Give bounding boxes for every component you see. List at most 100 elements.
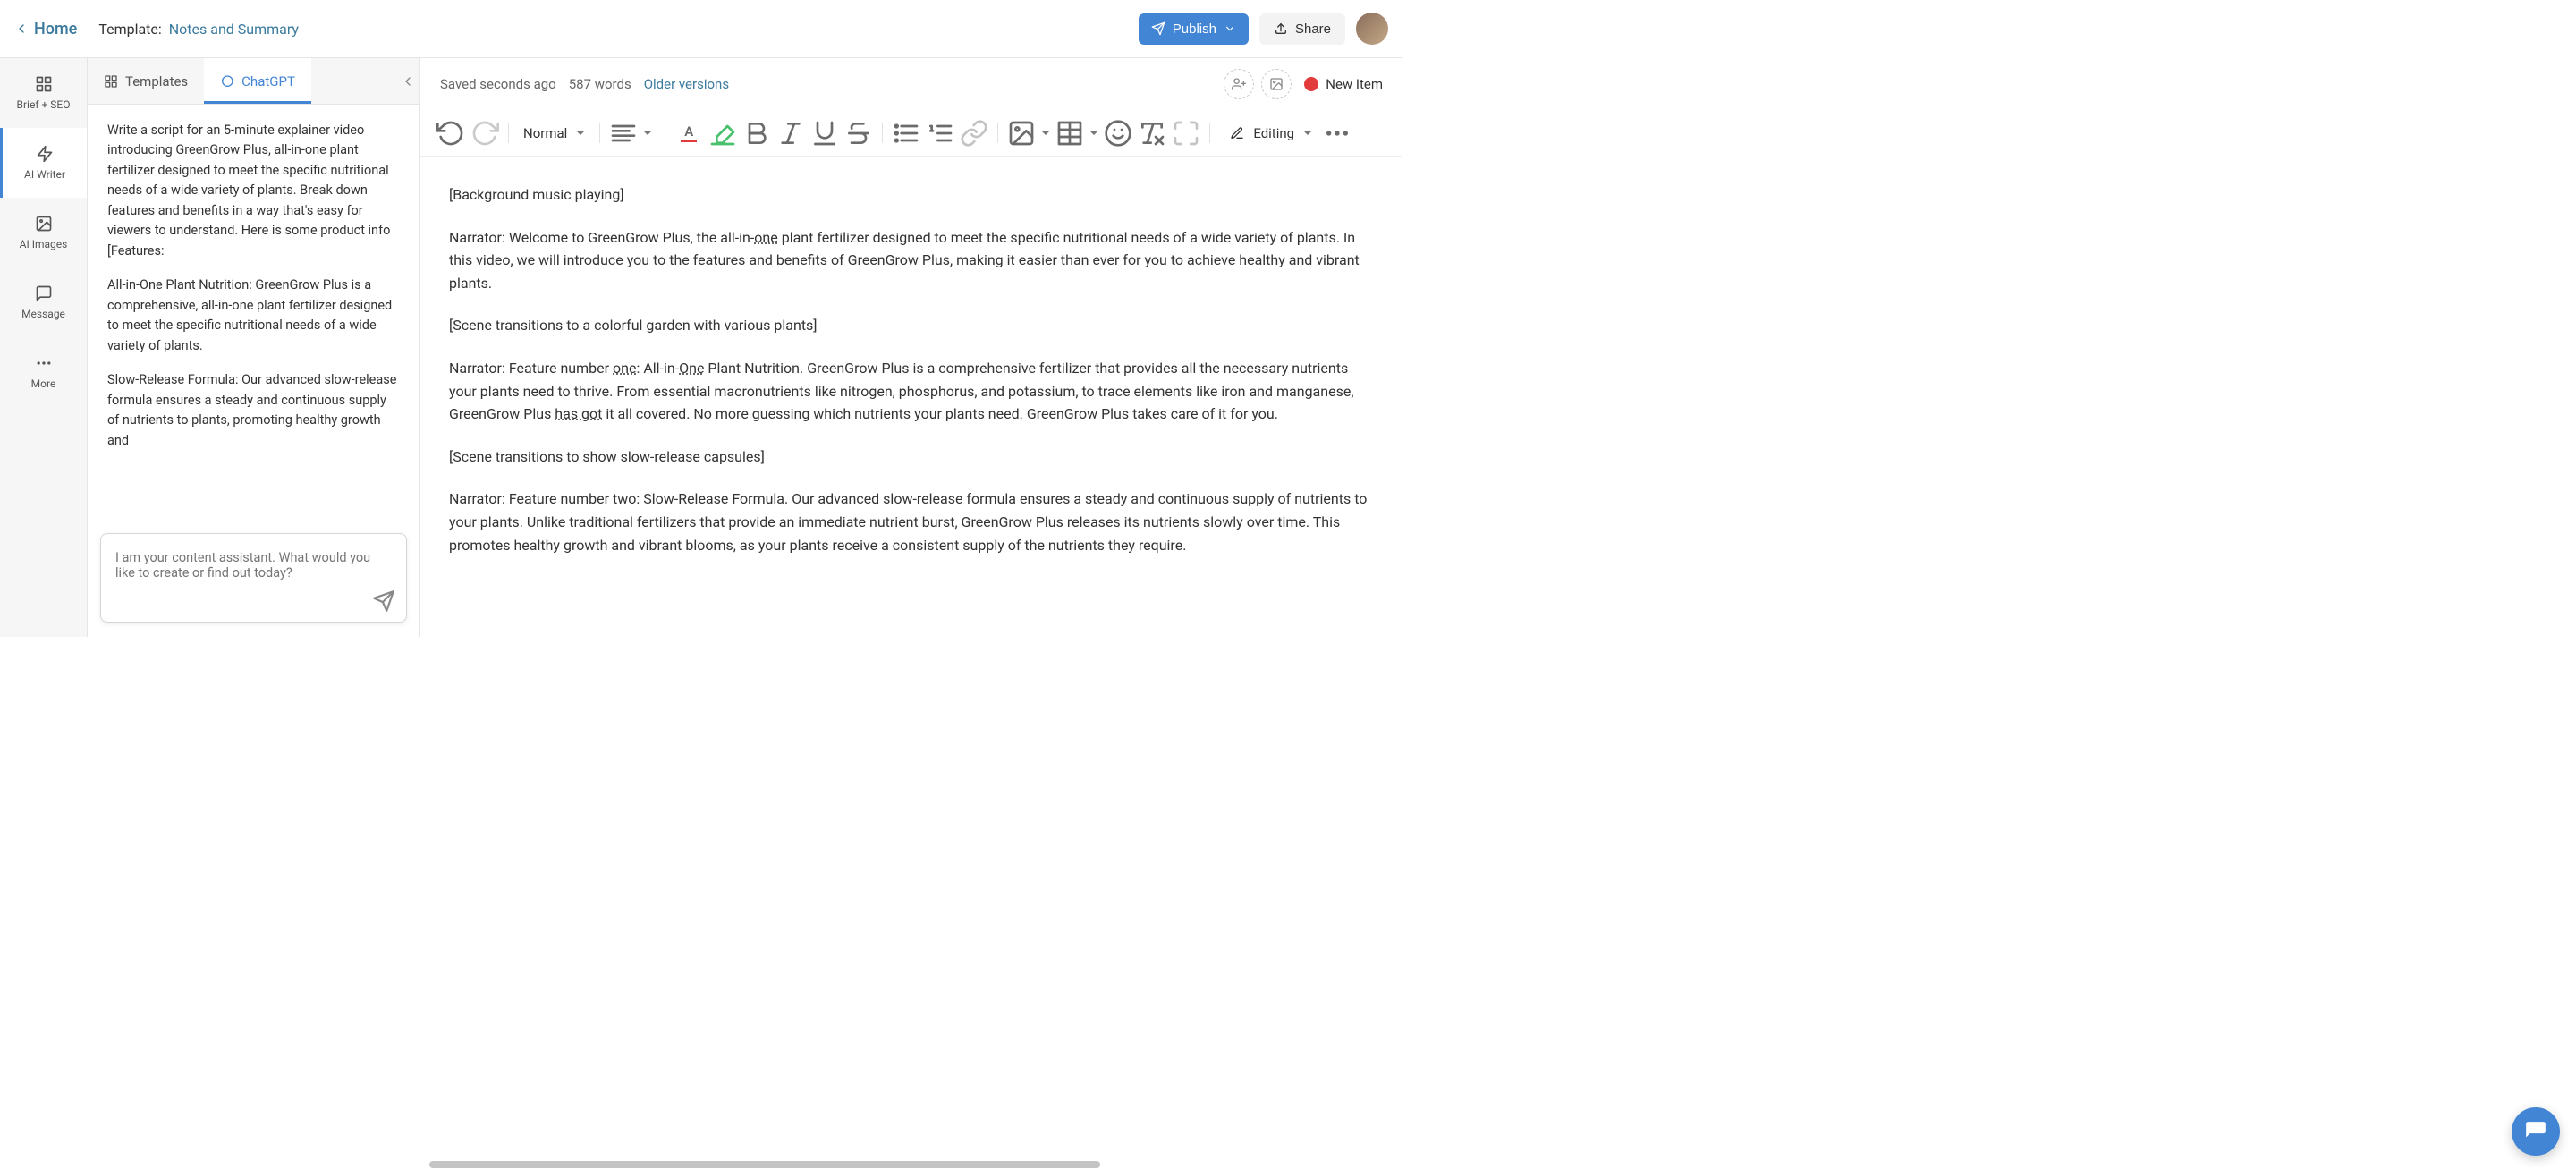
rail-ai-images[interactable]: AI Images	[0, 198, 87, 267]
upload-icon	[1274, 21, 1288, 36]
editing-mode-select[interactable]: Editing	[1224, 125, 1318, 141]
rail-label: More	[31, 377, 56, 390]
panel-body: Write a script for an 5-minute explainer…	[88, 105, 419, 637]
link-button[interactable]	[960, 119, 988, 148]
chat-input-wrap	[100, 533, 407, 623]
chevron-left-icon	[14, 21, 29, 36]
align-button[interactable]	[609, 119, 638, 148]
doc-paragraph: Narrator: Feature number two: Slow-Relea…	[449, 488, 1374, 556]
redo-button[interactable]	[470, 119, 499, 148]
new-item-label: New Item	[1326, 76, 1383, 92]
strikethrough-icon	[844, 119, 873, 148]
chevron-down-icon[interactable]	[643, 131, 652, 135]
saved-status: Saved seconds ago	[440, 76, 556, 92]
chevron-left-icon	[401, 74, 415, 89]
paragraph-style-select[interactable]: Normal	[518, 125, 590, 141]
toolbar-more-button[interactable]	[1323, 119, 1352, 148]
tab-label: Templates	[125, 73, 188, 89]
underline-icon	[810, 119, 839, 148]
chevron-down-icon	[1224, 22, 1236, 35]
list-icon	[892, 119, 920, 148]
ordered-list-icon	[926, 119, 954, 148]
new-item-button[interactable]: New Item	[1304, 76, 1383, 92]
style-label: Normal	[523, 125, 567, 141]
grid-icon	[104, 74, 118, 89]
more-icon	[35, 354, 53, 372]
chat-input[interactable]	[115, 550, 392, 606]
template-name[interactable]: Notes and Summary	[169, 21, 299, 38]
editor: Saved seconds ago 587 words Older versio…	[420, 58, 1402, 637]
emoji-button[interactable]	[1104, 119, 1132, 148]
publish-button[interactable]: Publish	[1139, 13, 1249, 45]
rail-label: Message	[21, 308, 65, 320]
send-icon	[372, 589, 395, 613]
table-icon	[1055, 119, 1084, 148]
underline-button[interactable]	[810, 119, 839, 148]
tab-templates[interactable]: Templates	[88, 58, 204, 104]
maximize-icon	[1172, 119, 1200, 148]
publish-label: Publish	[1173, 21, 1216, 37]
prompt-text: Write a script for an 5-minute explainer…	[107, 121, 400, 261]
number-list-button[interactable]	[926, 119, 954, 148]
bold-button[interactable]	[742, 119, 771, 148]
bolt-icon	[36, 145, 54, 163]
side-tabs: Templates ChatGPT	[88, 58, 419, 105]
toolbar: Normal A	[420, 110, 1402, 157]
italic-button[interactable]	[776, 119, 805, 148]
word-count: 587 words	[569, 76, 631, 92]
editor-header: Saved seconds ago 587 words Older versio…	[420, 58, 1402, 110]
insert-table-button[interactable]	[1055, 119, 1084, 148]
avatar[interactable]	[1356, 13, 1388, 45]
more-icon	[1323, 119, 1352, 148]
chat-send-button[interactable]	[372, 589, 395, 613]
clear-format-icon	[1138, 119, 1166, 148]
image-icon	[35, 215, 53, 233]
link-icon	[960, 119, 988, 148]
chat-icon	[220, 74, 234, 89]
doc-paragraph: Narrator: Feature number one: All-in-One…	[449, 357, 1374, 426]
insert-image-button[interactable]	[1007, 119, 1036, 148]
rail-more[interactable]: More	[0, 337, 87, 407]
side-panel: Templates ChatGPT Write a script for an …	[88, 58, 420, 637]
fullscreen-button[interactable]	[1172, 119, 1200, 148]
collapse-panel-button[interactable]	[395, 69, 420, 94]
help-chat-button[interactable]	[2512, 1107, 2560, 1156]
tab-chatgpt[interactable]: ChatGPT	[204, 58, 311, 104]
doc-paragraph: [Background music playing]	[449, 183, 1374, 207]
rail-label: AI Writer	[24, 168, 65, 181]
doc-paragraph: [Scene transitions to a colorful garden …	[449, 314, 1374, 337]
horizontal-scrollbar[interactable]	[429, 1161, 1100, 1168]
rail-ai-writer[interactable]: AI Writer	[0, 128, 87, 198]
user-plus-icon	[1232, 77, 1246, 91]
align-left-icon	[609, 119, 638, 148]
bullet-list-button[interactable]	[892, 119, 920, 148]
highlight-button[interactable]	[708, 119, 737, 148]
older-versions-link[interactable]: Older versions	[644, 76, 729, 92]
chat-bubble-icon	[2524, 1120, 2547, 1143]
home-label: Home	[34, 20, 77, 38]
prompt-text: Slow-Release Formula: Our advanced slow-…	[107, 370, 400, 451]
dashboard-icon	[35, 75, 53, 93]
image-icon	[1269, 77, 1284, 91]
prompt-text: All-in-One Plant Nutrition: GreenGrow Pl…	[107, 276, 400, 356]
chevron-down-icon[interactable]	[1041, 131, 1050, 135]
highlight-icon	[708, 119, 737, 148]
undo-button[interactable]	[436, 119, 465, 148]
text-color-button[interactable]: A	[674, 119, 703, 148]
add-image-button[interactable]	[1261, 69, 1292, 99]
template-breadcrumb: Template: Notes and Summary	[98, 21, 299, 38]
status-dot-icon	[1304, 77, 1318, 91]
strike-button[interactable]	[844, 119, 873, 148]
rail-brief-seo[interactable]: Brief + SEO	[0, 58, 87, 128]
document-body[interactable]: [Background music playing] Narrator: Wel…	[420, 157, 1402, 637]
italic-icon	[776, 119, 805, 148]
send-icon	[1151, 21, 1165, 36]
add-user-button[interactable]	[1224, 69, 1254, 99]
clear-format-button[interactable]	[1138, 119, 1166, 148]
rail-message[interactable]: Message	[0, 267, 87, 337]
doc-paragraph: [Scene transitions to show slow-release …	[449, 445, 1374, 469]
chevron-down-icon	[1303, 131, 1312, 135]
chevron-down-icon[interactable]	[1089, 131, 1098, 135]
home-link[interactable]: Home	[14, 20, 77, 38]
share-button[interactable]: Share	[1259, 13, 1345, 45]
